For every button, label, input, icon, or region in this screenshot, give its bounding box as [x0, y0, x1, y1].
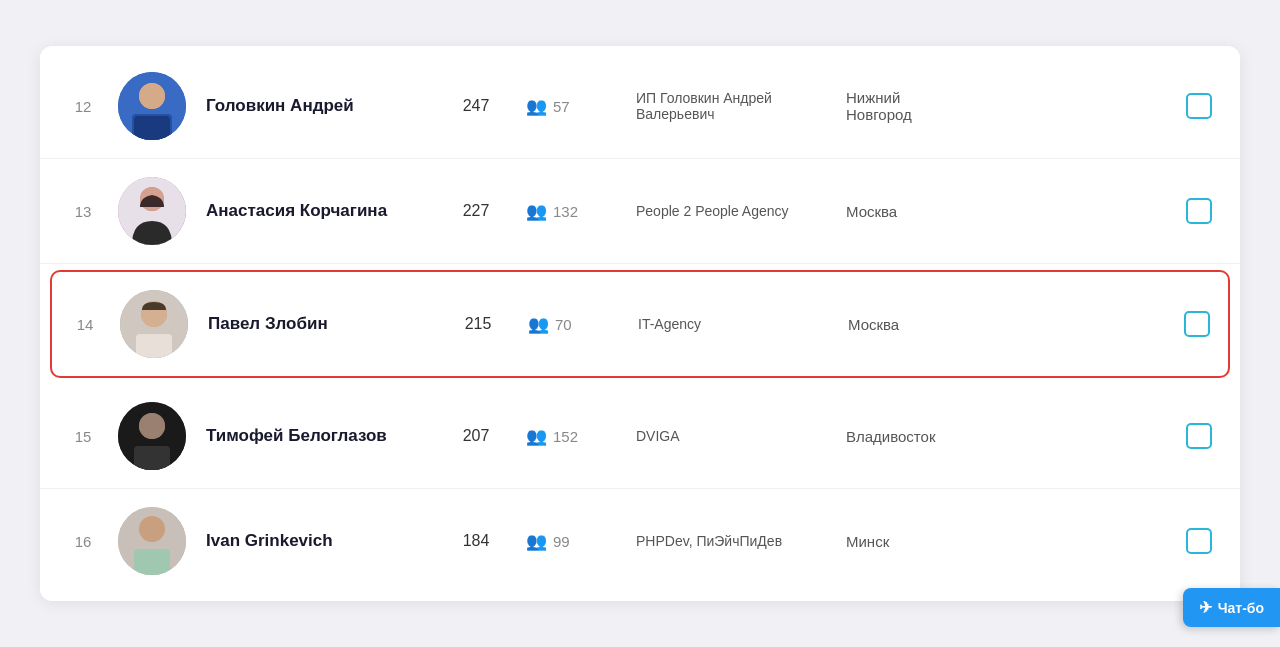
- svg-rect-14: [134, 446, 170, 470]
- city-13: Москва: [846, 203, 966, 220]
- followers-icon-15: 👥: [526, 426, 547, 447]
- svg-rect-18: [134, 549, 170, 575]
- followers-13: 👥 132: [526, 201, 616, 222]
- svg-rect-10: [136, 334, 172, 358]
- person-name-12[interactable]: Головкин Андрей: [206, 96, 426, 116]
- followers-14: 👥 70: [528, 314, 618, 335]
- row-number-16: 16: [68, 533, 98, 550]
- city-12: Нижний Новгород: [846, 89, 966, 123]
- person-name-16[interactable]: Ivan Grinkevich: [206, 531, 426, 551]
- avatar-13: [118, 177, 186, 245]
- checkbox-13[interactable]: [1186, 198, 1212, 224]
- company-16: PHPDev, ПиЭйчПиДев: [636, 533, 826, 549]
- row-14[interactable]: 14 Павел Злобин 215 👥 70 IT-Agency Москв…: [50, 270, 1230, 378]
- chat-button-label: Чат-бо: [1218, 600, 1264, 616]
- followers-12: 👥 57: [526, 96, 616, 117]
- telegram-icon: ✈: [1199, 598, 1212, 617]
- company-13: People 2 People Agency: [636, 203, 826, 219]
- chat-button[interactable]: ✈ Чат-бо: [1183, 588, 1280, 627]
- person-name-13[interactable]: Анастасия Корчагина: [206, 201, 426, 221]
- followers-icon-12: 👥: [526, 96, 547, 117]
- followers-icon-16: 👥: [526, 531, 547, 552]
- score-15: 207: [446, 427, 506, 445]
- row-13[interactable]: 13 Анастасия Корчагина 227 👥 132 People …: [40, 159, 1240, 264]
- person-name-15[interactable]: Тимофей Белоглазов: [206, 426, 426, 446]
- score-13: 227: [446, 202, 506, 220]
- checkbox-14[interactable]: [1184, 311, 1210, 337]
- avatar-14: [120, 290, 188, 358]
- followers-15: 👥 152: [526, 426, 616, 447]
- row-number-12: 12: [68, 98, 98, 115]
- city-15: Владивосток: [846, 428, 966, 445]
- avatar-16: [118, 507, 186, 575]
- avatar-15: [118, 402, 186, 470]
- company-14: IT-Agency: [638, 316, 828, 332]
- svg-point-3: [139, 83, 165, 109]
- score-14: 215: [448, 315, 508, 333]
- checkbox-15[interactable]: [1186, 423, 1212, 449]
- company-15: DVIGA: [636, 428, 826, 444]
- svg-point-15: [139, 413, 165, 439]
- row-number-15: 15: [68, 428, 98, 445]
- followers-icon-14: 👥: [528, 314, 549, 335]
- city-16: Минск: [846, 533, 966, 550]
- svg-point-19: [139, 516, 165, 542]
- followers-icon-13: 👥: [526, 201, 547, 222]
- score-16: 184: [446, 532, 506, 550]
- person-name-14[interactable]: Павел Злобин: [208, 314, 428, 334]
- row-15[interactable]: 15 Тимофей Белоглазов 207 👥 152 DVIGA Вл…: [40, 384, 1240, 489]
- followers-16: 👥 99: [526, 531, 616, 552]
- avatar-12: [118, 72, 186, 140]
- row-16[interactable]: 16 Ivan Grinkevich 184 👥 99 PHPDev, ПиЭй…: [40, 489, 1240, 593]
- row-12[interactable]: 12 Головкин Андрей 247 👥 57 ИП Головкин …: [40, 54, 1240, 159]
- checkbox-12[interactable]: [1186, 93, 1212, 119]
- row-number-13: 13: [68, 203, 98, 220]
- score-12: 247: [446, 97, 506, 115]
- leaderboard-container: 12 Головкин Андрей 247 👥 57 ИП Головкин …: [40, 46, 1240, 601]
- company-12: ИП Головкин Андрей Валерьевич: [636, 90, 826, 122]
- city-14: Москва: [848, 316, 968, 333]
- row-number-14: 14: [70, 316, 100, 333]
- checkbox-16[interactable]: [1186, 528, 1212, 554]
- svg-rect-4: [134, 116, 170, 140]
